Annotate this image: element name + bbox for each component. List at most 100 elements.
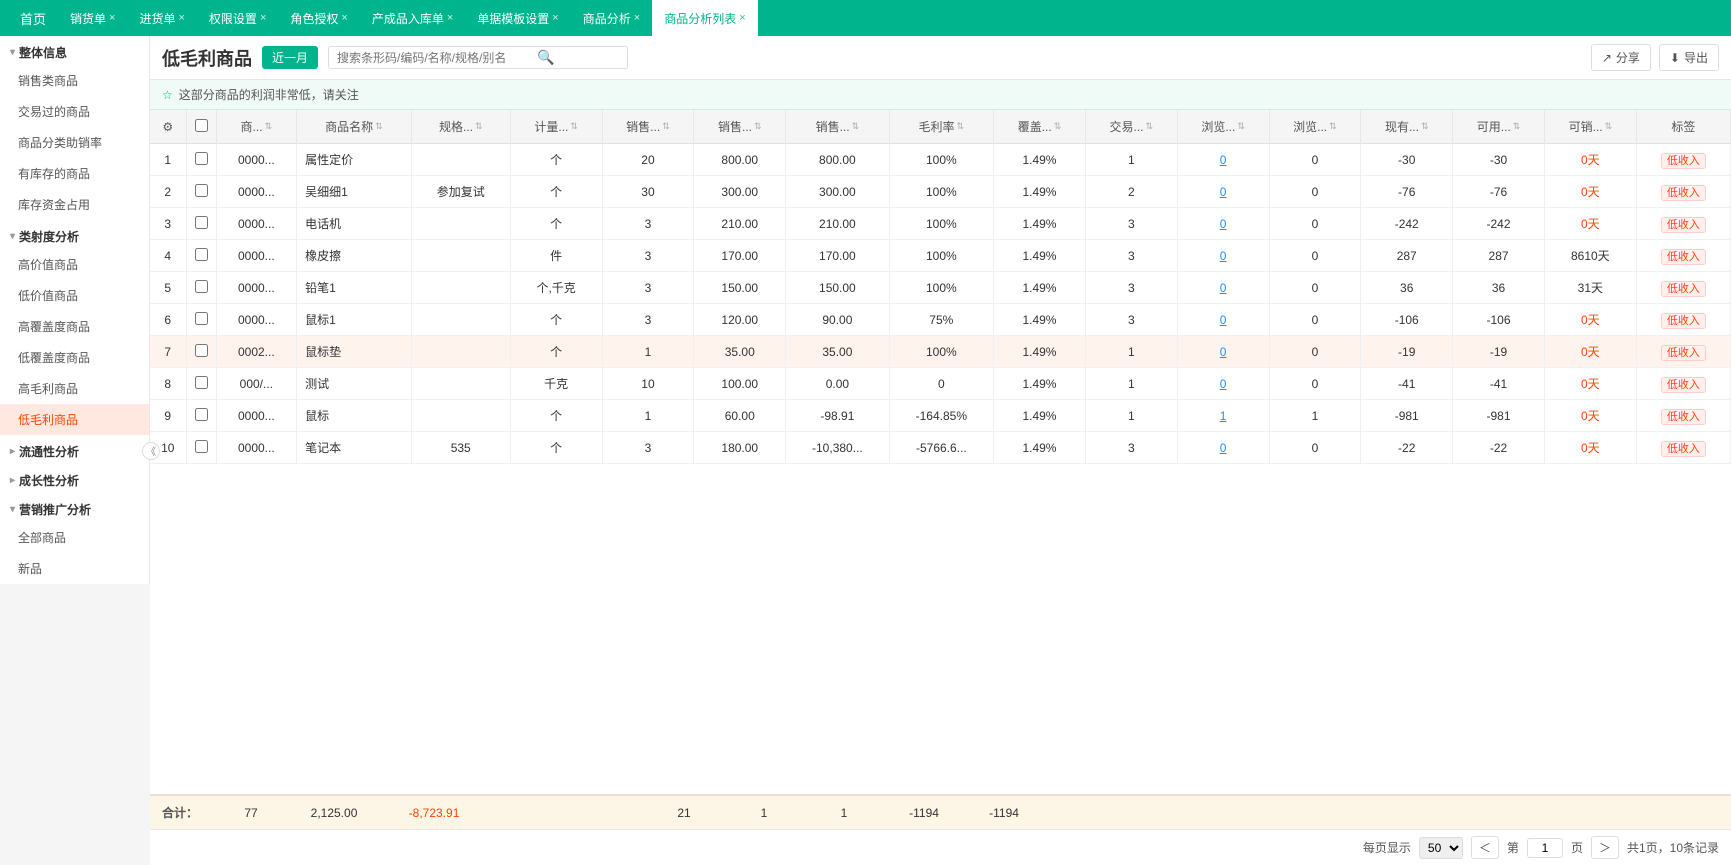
- sidebar-item-in-stock[interactable]: 有库存的商品: [0, 158, 149, 189]
- sort-icon-browse2[interactable]: ⇅: [1329, 121, 1337, 132]
- browse1-link-8[interactable]: 1: [1220, 409, 1227, 423]
- sidebar-item-high-margin[interactable]: 高毛利商品: [0, 373, 149, 404]
- sort-icon-coverage[interactable]: ⇅: [1054, 121, 1062, 132]
- sort-icon-spec[interactable]: ⇅: [475, 121, 483, 132]
- nav-roles[interactable]: 角色授权 ×: [278, 0, 359, 36]
- cell-cb-7[interactable]: [186, 368, 216, 400]
- select-all-checkbox[interactable]: [195, 119, 208, 132]
- cell-cb-8[interactable]: [186, 400, 216, 432]
- sort-icon-name[interactable]: ⇅: [375, 121, 383, 132]
- browse1-link-3[interactable]: 0: [1220, 249, 1227, 263]
- nav-home[interactable]: 首页: [8, 0, 58, 36]
- row-checkbox-0[interactable]: [195, 152, 208, 165]
- row-checkbox-1[interactable]: [195, 184, 208, 197]
- sidebar-item-all-goods[interactable]: 全部商品: [0, 522, 149, 553]
- sort-icon-available[interactable]: ⇅: [1513, 121, 1521, 132]
- row-checkbox-5[interactable]: [195, 312, 208, 325]
- page-size-select[interactable]: 50: [1419, 837, 1463, 859]
- browse1-link-6[interactable]: 0: [1220, 345, 1227, 359]
- cell-coverage-2: 1.49%: [994, 208, 1086, 240]
- nav-close-template[interactable]: ×: [552, 12, 558, 24]
- sidebar-item-capital[interactable]: 库存资金占用: [0, 189, 149, 220]
- search-input[interactable]: [337, 51, 537, 65]
- nav-template[interactable]: 单据模板设置 ×: [465, 0, 570, 36]
- browse1-link-9[interactable]: 0: [1220, 441, 1227, 455]
- cell-cb-2[interactable]: [186, 208, 216, 240]
- col-settings[interactable]: ⚙: [150, 110, 186, 144]
- cell-cb-0[interactable]: [186, 144, 216, 176]
- cell-cb-5[interactable]: [186, 304, 216, 336]
- export-button[interactable]: ⬇ 导出: [1659, 44, 1719, 71]
- nav-product-analysis[interactable]: 商品分析 ×: [571, 0, 652, 36]
- next-page-button[interactable]: ＞: [1591, 836, 1619, 859]
- cell-cb-9[interactable]: [186, 432, 216, 464]
- sidebar-item-high-coverage[interactable]: 高覆盖度商品: [0, 311, 149, 342]
- sort-icon-sales-price[interactable]: ⇅: [754, 121, 762, 132]
- nav-close-sales[interactable]: ×: [109, 12, 115, 24]
- browse1-link-0[interactable]: 0: [1220, 153, 1227, 167]
- cell-cb-6[interactable]: [186, 336, 216, 368]
- share-button[interactable]: ↗ 分享: [1591, 44, 1651, 71]
- page-number-input[interactable]: [1527, 838, 1563, 858]
- prev-page-button[interactable]: ＜: [1471, 836, 1499, 859]
- nav-close-permissions[interactable]: ×: [260, 12, 266, 24]
- sort-icon-trade[interactable]: ⇅: [1146, 121, 1154, 132]
- nav-close-purchase[interactable]: ×: [178, 12, 184, 24]
- sort-icon-sales-qty[interactable]: ⇅: [662, 121, 670, 132]
- sort-icon-current-stock[interactable]: ⇅: [1421, 121, 1429, 132]
- col-checkbox[interactable]: [186, 110, 216, 144]
- row-checkbox-2[interactable]: [195, 216, 208, 229]
- settings-icon[interactable]: ⚙: [162, 120, 173, 134]
- cell-tag-0: 低收入: [1636, 144, 1730, 176]
- cell-trade-2: 3: [1085, 208, 1177, 240]
- cell-cb-4[interactable]: [186, 272, 216, 304]
- nav-close-product-analysis[interactable]: ×: [634, 12, 640, 24]
- row-checkbox-4[interactable]: [195, 280, 208, 293]
- sidebar-group-marketing[interactable]: ▾ 营销推广分析: [0, 493, 149, 522]
- sidebar-group-flow[interactable]: ▸ 流通性分析: [0, 435, 149, 464]
- nav-permissions[interactable]: 权限设置 ×: [197, 0, 278, 36]
- sidebar-item-new-goods[interactable]: 新品: [0, 553, 149, 584]
- sidebar-group-overall[interactable]: ▾ 整体信息: [0, 36, 149, 65]
- sidebar-item-sales-goods[interactable]: 销售类商品: [0, 65, 149, 96]
- browse1-link-4[interactable]: 0: [1220, 281, 1227, 295]
- sidebar-collapse-arrow[interactable]: 《: [142, 442, 160, 460]
- nav-product-entry[interactable]: 产成品入库单 ×: [360, 0, 465, 36]
- browse1-link-7[interactable]: 0: [1220, 377, 1227, 391]
- nav-close-roles[interactable]: ×: [341, 12, 347, 24]
- sidebar-group-category[interactable]: ▾ 类射度分析: [0, 220, 149, 249]
- sort-icon-code[interactable]: ⇅: [265, 121, 273, 132]
- browse1-link-5[interactable]: 0: [1220, 313, 1227, 327]
- sidebar-group-growth[interactable]: ▸ 成长性分析: [0, 464, 149, 493]
- row-checkbox-7[interactable]: [195, 376, 208, 389]
- search-box[interactable]: 🔍: [328, 46, 628, 69]
- sidebar-item-low-margin[interactable]: 低毛利商品: [0, 404, 149, 435]
- sidebar-item-low-value[interactable]: 低价值商品: [0, 280, 149, 311]
- cell-browse1-8[interactable]: 1: [1177, 400, 1269, 432]
- sort-icon-sales-amount[interactable]: ⇅: [852, 121, 860, 132]
- nav-close-product-entry[interactable]: ×: [447, 12, 453, 24]
- row-checkbox-9[interactable]: [195, 440, 208, 453]
- nav-product-analysis-list[interactable]: 商品分析列表 ×: [652, 0, 757, 36]
- sort-icon-browse1[interactable]: ⇅: [1237, 121, 1245, 132]
- filter-recent-month[interactable]: 近一月: [262, 46, 318, 69]
- sidebar-item-traded-goods[interactable]: 交易过的商品: [0, 96, 149, 127]
- row-checkbox-6[interactable]: [195, 344, 208, 357]
- search-icon[interactable]: 🔍: [537, 49, 554, 66]
- sidebar-item-low-coverage[interactable]: 低覆盖度商品: [0, 342, 149, 373]
- sort-icon-saleable[interactable]: ⇅: [1605, 121, 1613, 132]
- cell-saleable-8: 0天: [1544, 400, 1636, 432]
- sort-icon-gross-margin[interactable]: ⇅: [957, 121, 965, 132]
- sort-icon-unit[interactable]: ⇅: [570, 121, 578, 132]
- browse1-link-2[interactable]: 0: [1220, 217, 1227, 231]
- row-checkbox-8[interactable]: [195, 408, 208, 421]
- sidebar-item-high-value[interactable]: 高价值商品: [0, 249, 149, 280]
- nav-purchase[interactable]: 进货单 ×: [127, 0, 196, 36]
- cell-cb-3[interactable]: [186, 240, 216, 272]
- nav-close-product-analysis-list[interactable]: ×: [739, 12, 745, 24]
- nav-sales[interactable]: 销货单 ×: [58, 0, 127, 36]
- row-checkbox-3[interactable]: [195, 248, 208, 261]
- sidebar-item-category-sales[interactable]: 商品分类助销率: [0, 127, 149, 158]
- cell-cb-1[interactable]: [186, 176, 216, 208]
- browse1-link-1[interactable]: 0: [1220, 185, 1227, 199]
